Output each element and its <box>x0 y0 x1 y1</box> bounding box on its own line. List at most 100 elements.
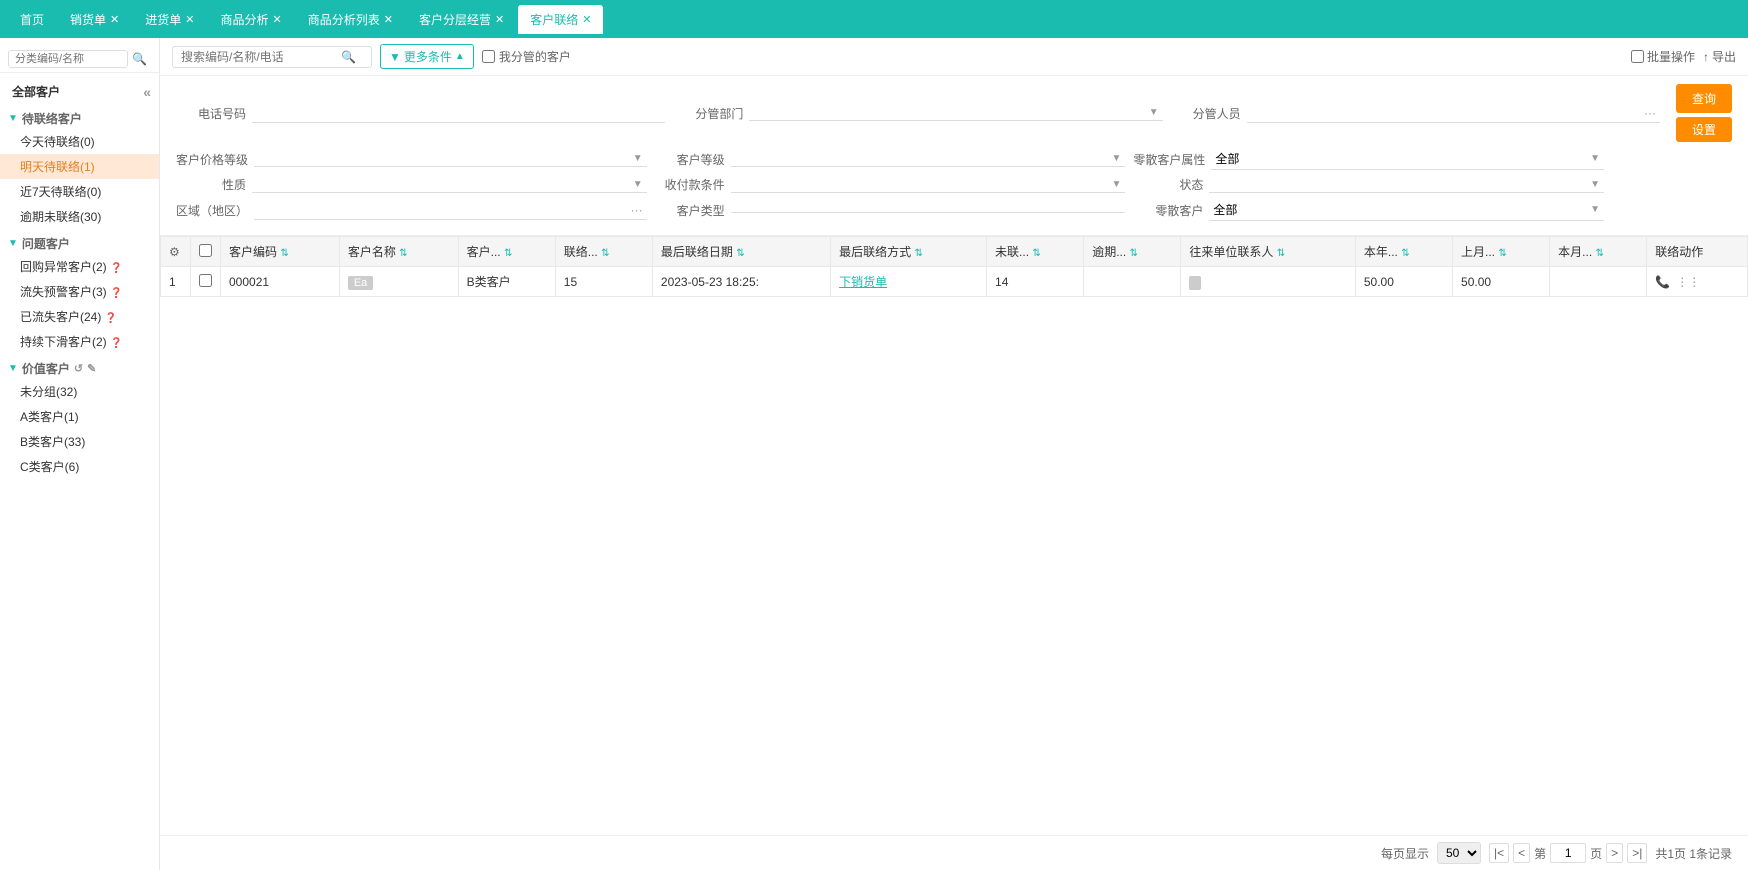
settings-button[interactable]: 设置 <box>1676 117 1732 142</box>
sort-code-icon[interactable]: ⇅ <box>280 248 288 259</box>
sort-contact-count-icon[interactable]: ⇅ <box>601 248 609 259</box>
my-customers-checkbox[interactable] <box>482 50 495 63</box>
filter-payment-select[interactable]: ▼ <box>731 177 1126 193</box>
sort-this-year-icon[interactable]: ⇅ <box>1401 248 1409 259</box>
page-number-input[interactable] <box>1550 843 1586 863</box>
nav-close-customer-contact[interactable]: ✕ <box>582 13 591 26</box>
th-no-contact[interactable]: 未联... ⇅ <box>987 237 1084 267</box>
filter-customer-type-select[interactable] <box>731 208 1126 213</box>
sidebar-problem-customers-title: ▼ 问题客户 <box>0 229 159 254</box>
sort-this-month-icon[interactable]: ⇅ <box>1596 248 1604 259</box>
th-gear: ⚙ <box>161 237 191 267</box>
filter-gender: 性质 ▼ <box>176 176 647 193</box>
sidebar-search-icon[interactable]: 🔍 <box>132 52 147 66</box>
sidebar-tomorrow-contact[interactable]: 明天待联络(1) <box>0 154 159 179</box>
sidebar-a-class[interactable]: A类客户(1) <box>0 404 159 429</box>
nav-close-customer-segment[interactable]: ✕ <box>495 13 504 26</box>
batch-op-btn[interactable]: 批量操作 <box>1631 48 1695 65</box>
search-input[interactable] <box>181 50 341 64</box>
filter-more-btn[interactable]: ▼ 更多条件 ▲ <box>380 44 474 69</box>
my-customers-wrap[interactable]: 我分管的客户 <box>482 48 571 65</box>
select-all-checkbox[interactable] <box>199 244 212 257</box>
nav-sales-order[interactable]: 销货单 ✕ <box>58 5 131 34</box>
edit-icon[interactable]: ✎ <box>87 362 96 375</box>
gear-icon[interactable]: ⚙ <box>169 245 180 259</box>
refresh-icon[interactable]: ↺ <box>74 362 83 375</box>
export-btn[interactable]: ↑ 导出 <box>1703 48 1736 65</box>
filter-phone-input[interactable] <box>252 104 665 123</box>
th-this-year[interactable]: 本年... ⇅ <box>1355 237 1452 267</box>
filter-customer-grade: 客户等级 ▼ <box>655 151 1126 168</box>
next-page-btn[interactable]: > <box>1606 843 1623 863</box>
th-contact-person[interactable]: 往来单位联系人 ⇅ <box>1181 237 1356 267</box>
action-icons-wrap: 📞 ⋮⋮ <box>1655 275 1739 289</box>
filter-manager-select[interactable]: ··· <box>1247 104 1660 123</box>
th-this-month[interactable]: 本月... ⇅ <box>1550 237 1647 267</box>
query-button[interactable]: 查询 <box>1676 84 1732 113</box>
filter-customer-grade-select[interactable]: ▼ <box>731 151 1126 167</box>
th-last-month[interactable]: 上月... ⇅ <box>1453 237 1550 267</box>
nav-purchase-order[interactable]: 进货单 ✕ <box>133 5 206 34</box>
prev-page-btn[interactable]: < <box>1513 843 1530 863</box>
main-layout: 🔍 全部客户 « ▼ 待联络客户 今天待联络(0) 明天待联络(1) 近7天待联… <box>0 38 1748 870</box>
filter-dept-select[interactable]: ▼ <box>749 105 1162 121</box>
sort-last-date-icon[interactable]: ⇅ <box>736 248 744 259</box>
sort-last-method-icon[interactable]: ⇅ <box>914 248 922 259</box>
sidebar-7day-contact[interactable]: 近7天待联络(0) <box>0 179 159 204</box>
sidebar-repurchase-abnormal[interactable]: 回购异常客户(2) ❓ <box>0 254 159 279</box>
sort-contact-person-icon[interactable]: ⇅ <box>1277 248 1285 259</box>
nav-close-sales-order[interactable]: ✕ <box>110 13 119 26</box>
filter-customer-type: 客户类型 <box>655 202 1126 219</box>
sidebar-all-customers[interactable]: 全部客户 « <box>0 79 159 104</box>
sidebar-declining[interactable]: 持续下滑客户(2) ❓ <box>0 329 159 354</box>
batch-checkbox[interactable] <box>1631 50 1644 63</box>
search-icon[interactable]: 🔍 <box>341 50 356 64</box>
call-icon[interactable]: 📞 <box>1655 275 1670 289</box>
th-code[interactable]: 客户编码 ⇅ <box>221 237 340 267</box>
filter-retail-customer-select[interactable]: 全部 ▼ <box>1209 199 1604 221</box>
sidebar-search-input[interactable] <box>8 50 128 68</box>
sidebar-ungrouped[interactable]: 未分组(32) <box>0 379 159 404</box>
sidebar-overdue-contact[interactable]: 逾期未联络(30) <box>0 204 159 229</box>
filter-row-1: 电话号码 分管部门 ▼ 分管人员 ··· <box>176 84 1732 142</box>
filter-region-select[interactable]: ··· <box>254 201 647 220</box>
sidebar-today-contact[interactable]: 今天待联络(0) <box>0 129 159 154</box>
sort-name-icon[interactable]: ⇅ <box>399 248 407 259</box>
filter-row-4: 区域（地区） ··· 客户类型 零散客户 全部 <box>176 199 1732 221</box>
last-page-btn[interactable]: >| <box>1627 843 1647 863</box>
nav-product-analysis[interactable]: 商品分析 ✕ <box>208 5 293 34</box>
filter-gender-select[interactable]: ▼ <box>252 177 647 193</box>
menu-icon[interactable]: ⋮⋮ <box>1676 275 1700 289</box>
sidebar-churned[interactable]: 已流失客户(24) ❓ <box>0 304 159 329</box>
sort-last-month-icon[interactable]: ⇅ <box>1498 248 1506 259</box>
filter-value-grade-select[interactable]: ▼ <box>254 151 647 167</box>
sort-overdue-icon[interactable]: ⇅ <box>1130 248 1138 259</box>
nav-close-product-analysis-list[interactable]: ✕ <box>384 13 393 26</box>
th-type[interactable]: 客户... ⇅ <box>458 237 555 267</box>
page-size-select[interactable]: 50 <box>1437 842 1481 864</box>
row-checkbox[interactable] <box>199 274 212 287</box>
nav-close-product-analysis[interactable]: ✕ <box>273 13 282 26</box>
th-name[interactable]: 客户名称 ⇅ <box>339 237 458 267</box>
th-last-contact-date[interactable]: 最后联络日期 ⇅ <box>652 237 830 267</box>
sort-type-icon[interactable]: ⇅ <box>504 248 512 259</box>
filter-status-select[interactable]: ▼ <box>1209 177 1604 193</box>
filter-retail-attr-select[interactable]: 全部 ▼ <box>1211 148 1604 170</box>
nav-customer-contact[interactable]: 客户联络 ✕ <box>518 5 603 34</box>
nav-product-analysis-list[interactable]: 商品分析列表 ✕ <box>296 5 405 34</box>
sort-no-contact-icon[interactable]: ⇅ <box>1032 248 1040 259</box>
region-dots: ··· <box>631 203 643 217</box>
first-page-btn[interactable]: |< <box>1489 843 1509 863</box>
sidebar-b-class[interactable]: B类客户(33) <box>0 429 159 454</box>
nav-customer-segment[interactable]: 客户分层经营 ✕ <box>407 5 516 34</box>
last-contact-method-link[interactable]: 下销货单 <box>839 275 887 289</box>
td-last-contact-method: 下销货单 <box>831 267 987 297</box>
content-area: 🔍 ▼ 更多条件 ▲ 我分管的客户 批量操作 ↑ 导出 <box>160 38 1748 870</box>
th-contact-count[interactable]: 联络... ⇅ <box>555 237 652 267</box>
th-last-contact-method[interactable]: 最后联络方式 ⇅ <box>831 237 987 267</box>
nav-home[interactable]: 首页 <box>8 5 56 34</box>
th-overdue[interactable]: 逾期... ⇅ <box>1084 237 1181 267</box>
sidebar-c-class[interactable]: C类客户(6) <box>0 454 159 479</box>
nav-close-purchase-order[interactable]: ✕ <box>185 13 194 26</box>
sidebar-churn-warning[interactable]: 流失预警客户(3) ❓ <box>0 279 159 304</box>
